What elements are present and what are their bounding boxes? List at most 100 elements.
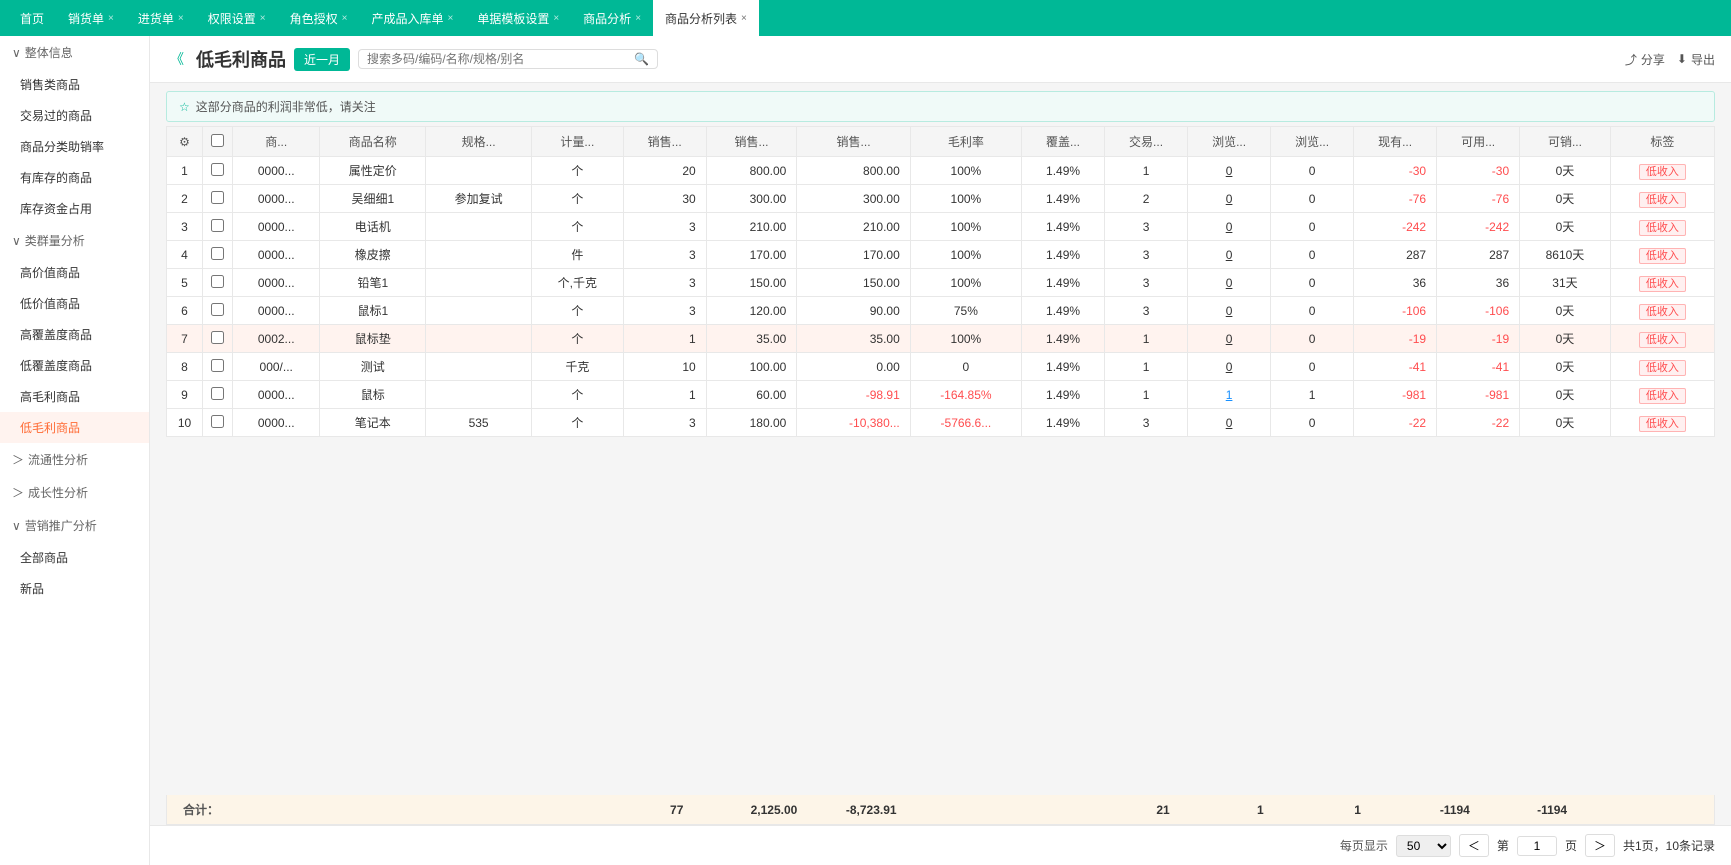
sidebar-item-low-coverage[interactable]: 低覆盖度商品 [0,350,149,381]
sidebar-group-growth[interactable]: ＞ 成长性分析 [0,476,149,509]
page-header: 《 低毛利商品 近一月 🔍 ⤴ 分享 ⬇ 导出 [150,36,1731,83]
browse1-link[interactable]: 0 [1226,248,1233,262]
next-page-button[interactable]: ＞ [1585,834,1615,857]
td-spec [426,157,532,185]
arrow-overall: ∨ [12,46,21,60]
td-saleable: 0天 [1520,213,1611,241]
search-input[interactable] [367,52,634,66]
td-no: 2 [167,185,203,213]
nav-analysis-close[interactable]: × [635,13,641,24]
export-button[interactable]: ⬇ 导出 [1677,51,1715,68]
nav-product-in-close[interactable]: × [447,13,453,24]
nav-role-label: 角色授权 [290,10,338,27]
browse1-link[interactable]: 1 [1226,388,1233,402]
sidebar-group-cluster[interactable]: ∨ 类群量分析 [0,224,149,257]
th-name[interactable]: 商品名称 [320,127,426,157]
td-browse2: 0 [1271,297,1354,325]
row-checkbox[interactable] [211,331,224,344]
sidebar-item-traded-products[interactable]: 交易过的商品 [0,100,149,131]
sidebar-item-stocked[interactable]: 有库存的商品 [0,162,149,193]
td-saleable: 0天 [1520,409,1611,437]
browse1-link[interactable]: 0 [1226,164,1233,178]
sidebar-item-low-value[interactable]: 低价值商品 [0,288,149,319]
nav-purchase[interactable]: 进货单 × [126,0,196,36]
nav-home[interactable]: 首页 [8,0,56,36]
nav-permission[interactable]: 权限设置 × [196,0,278,36]
th-browse2[interactable]: 浏览... [1271,127,1354,157]
browse1-link[interactable]: 0 [1226,304,1233,318]
th-code[interactable]: 商... [233,127,320,157]
row-checkbox[interactable] [211,359,224,372]
sidebar-item-high-margin[interactable]: 高毛利商品 [0,381,149,412]
sidebar-group-marketing[interactable]: ∨ 营销推广分析 [0,509,149,542]
sidebar-item-new-products[interactable]: 新品 [0,573,149,604]
th-spec[interactable]: 规格... [426,127,532,157]
td-sales-qty: 30 [623,185,706,213]
nav-purchase-close[interactable]: × [178,13,184,24]
sidebar-item-capital[interactable]: 库存资金占用 [0,193,149,224]
row-checkbox[interactable] [211,303,224,316]
collapse-sidebar-btn[interactable]: 《 [166,49,188,69]
share-button[interactable]: ⤴ 分享 [1625,51,1665,68]
nav-permission-close[interactable]: × [260,13,266,24]
nav-sales[interactable]: 销货单 × [56,0,126,36]
select-all-checkbox[interactable] [211,134,224,147]
row-checkbox[interactable] [211,415,224,428]
nav-sales-close[interactable]: × [108,13,114,24]
th-stock[interactable]: 现有... [1354,127,1437,157]
sidebar-item-low-margin[interactable]: 低毛利商品 [0,412,149,443]
browse1-link[interactable]: 0 [1226,276,1233,290]
sidebar-item-sales-products[interactable]: 销售类商品 [0,69,149,100]
per-page-label: 每页显示 [1340,837,1388,854]
td-saleable: 0天 [1520,185,1611,213]
row-checkbox[interactable] [211,163,224,176]
td-coverage: 1.49% [1022,353,1105,381]
browse1-link[interactable]: 0 [1226,192,1233,206]
per-page-select[interactable]: 50 20 100 [1396,835,1451,857]
th-sales-profit[interactable]: 销售... [797,127,910,157]
th-available[interactable]: 可用... [1437,127,1520,157]
th-sales-amt[interactable]: 销售... [706,127,797,157]
row-checkbox[interactable] [211,247,224,260]
sidebar-item-high-value[interactable]: 高价值商品 [0,257,149,288]
nav-template[interactable]: 单据模板设置 × [465,0,571,36]
row-checkbox[interactable] [211,387,224,400]
sidebar-item-category-rate[interactable]: 商品分类助销率 [0,131,149,162]
sidebar-group-circulation[interactable]: ＞ 流通性分析 [0,443,149,476]
row-checkbox[interactable] [211,275,224,288]
th-saleable[interactable]: 可销... [1520,127,1611,157]
nav-role[interactable]: 角色授权 × [278,0,360,36]
page-input[interactable] [1517,836,1557,856]
th-settings[interactable]: ⚙ [167,127,203,157]
td-browse1: 0 [1188,297,1271,325]
th-coverage[interactable]: 覆盖... [1022,127,1105,157]
td-coverage: 1.49% [1022,297,1105,325]
browse1-link[interactable]: 0 [1226,360,1233,374]
row-checkbox[interactable] [211,219,224,232]
nav-analysis[interactable]: 商品分析 × [571,0,653,36]
nav-template-close[interactable]: × [553,13,559,24]
th-sales-qty[interactable]: 销售... [623,127,706,157]
nav-role-close[interactable]: × [342,13,348,24]
td-tag: 低收入 [1610,157,1714,185]
browse1-link[interactable]: 0 [1226,416,1233,430]
row-checkbox[interactable] [211,191,224,204]
nav-analysis-list[interactable]: 商品分析列表 × [653,0,759,36]
sidebar-group-overall[interactable]: ∨ 整体信息 [0,36,149,69]
browse1-link[interactable]: 0 [1226,220,1233,234]
nav-analysis-list-close[interactable]: × [741,13,747,24]
prev-page-button[interactable]: ＜ [1459,834,1489,857]
sidebar-item-high-coverage[interactable]: 高覆盖度商品 [0,319,149,350]
period-button[interactable]: 近一月 [294,48,350,71]
th-transactions[interactable]: 交易... [1105,127,1188,157]
td-checkbox [203,157,233,185]
th-unit[interactable]: 计量... [531,127,623,157]
search-icon[interactable]: 🔍 [634,52,649,66]
nav-product-in[interactable]: 产成品入库单 × [359,0,465,36]
browse1-link[interactable]: 0 [1226,332,1233,346]
th-gross-rate[interactable]: 毛利率 [910,127,1021,157]
pagination-bar: 每页显示 50 20 100 ＜ 第 页 ＞ 共1页，10条记录 [150,825,1731,865]
sidebar-item-all-products[interactable]: 全部商品 [0,542,149,573]
td-sales-profit: 300.00 [797,185,910,213]
th-browse1[interactable]: 浏览... [1188,127,1271,157]
